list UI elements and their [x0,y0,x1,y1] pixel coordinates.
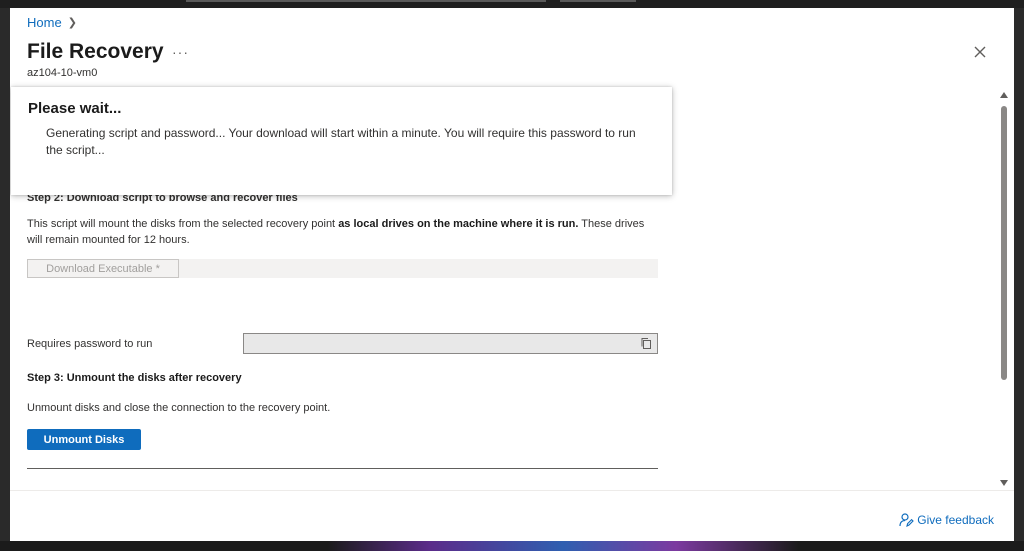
copy-icon[interactable] [640,337,653,350]
step2-description: This script will mount the disks from th… [27,216,657,248]
divider [27,468,658,469]
file-recovery-blade: Home ❯ File Recovery ··· az104-10-vm0 St… [10,8,1014,541]
please-wait-notification: Please wait... Generating script and pas… [11,87,672,195]
step3-title: Step 3: Unmount the disks after recovery [27,372,242,384]
scroll-down-arrow-icon[interactable] [1000,480,1008,486]
close-button[interactable] [970,42,990,62]
step2-desc-bold: as local drives on the machine where it … [338,218,579,230]
notification-title: Please wait... [28,100,122,117]
scroll-thumb[interactable] [1001,106,1007,380]
step3-description: Unmount disks and close the connection t… [27,402,331,414]
give-feedback-label: Give feedback [917,513,994,527]
password-label: Requires password to run [27,338,153,350]
step2-desc-part1: This script will mount the disks from th… [27,218,339,230]
unmount-disks-button[interactable]: Unmount Disks [27,429,141,450]
notification-message: Generating script and password... Your d… [46,126,636,157]
breadcrumb-home-link[interactable]: Home [27,15,62,30]
scroll-up-arrow-icon[interactable] [1000,92,1008,98]
breadcrumb: Home ❯ [27,15,77,30]
close-icon [974,46,986,58]
more-options-button[interactable]: ··· [172,44,189,60]
desktop-wallpaper-strip [0,541,1024,551]
portal-search-bar [186,0,546,2]
top-strip [0,0,1024,8]
page-title: File Recovery [27,40,164,63]
feedback-icon [899,513,915,528]
chevron-right-icon: ❯ [67,17,77,29]
download-executable-button[interactable]: Download Executable * [27,259,179,278]
blade-footer: Give feedback [10,490,1014,541]
give-feedback-link[interactable]: Give feedback [898,512,994,528]
page-subtitle: az104-10-vm0 [27,67,98,79]
password-field[interactable] [243,333,658,354]
vertical-scrollbar[interactable] [998,90,1010,488]
portal-toolbar [560,0,636,2]
